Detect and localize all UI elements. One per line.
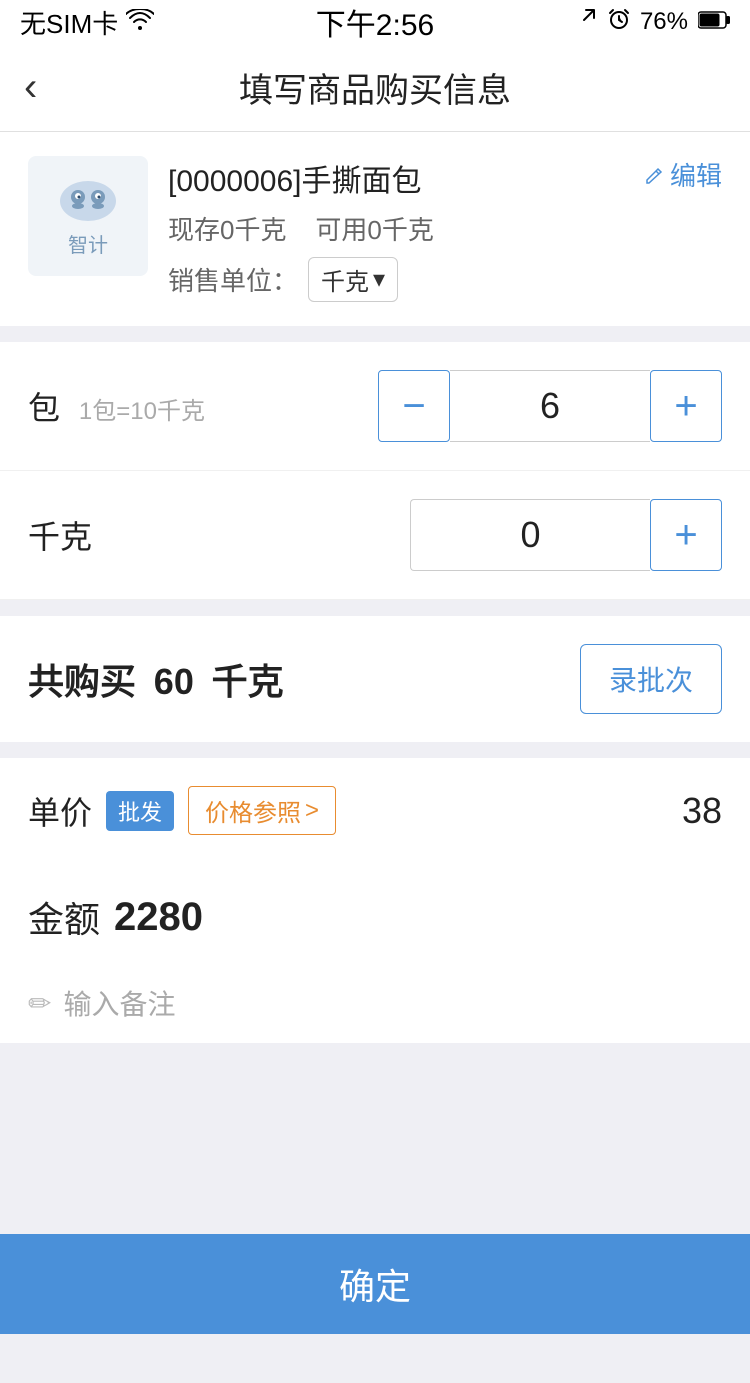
product-card: 智计 [0000006]手撕面包 编辑 现存0千克 可用0千克 销售单位： 千克… — [0, 132, 750, 326]
back-button[interactable]: ‹ — [24, 65, 37, 110]
amount-row: 金额 2280 — [28, 891, 722, 943]
product-name: [0000006]手撕面包 — [168, 156, 644, 200]
status-bar-right: 76% — [580, 8, 730, 37]
product-unit-row: 销售单位： 千克 ▾ — [168, 257, 722, 302]
qty-row-kg: 千克 + — [0, 471, 750, 600]
product-stock: 现存0千克 可用0千克 — [168, 210, 722, 247]
unit-select[interactable]: 千克 ▾ — [308, 257, 398, 302]
logo-text: 智计 — [68, 229, 108, 258]
carrier-label: 无SIM卡 — [20, 4, 118, 41]
confirm-button[interactable]: 确定 — [339, 1258, 411, 1310]
price-value: 38 — [336, 790, 722, 832]
batch-button[interactable]: 录批次 — [580, 644, 722, 714]
status-bar-time: 下午2:56 — [316, 0, 434, 44]
increment-kg-button[interactable]: + — [650, 499, 722, 571]
price-ref-button[interactable]: 价格参照 > — [188, 786, 336, 835]
section-divider-1 — [0, 742, 750, 758]
quantity-section: 包 1包=10千克 − + 千克 + — [0, 342, 750, 600]
confirm-bar[interactable]: 确定 — [0, 1234, 750, 1334]
total-value: 60 — [154, 661, 194, 702]
edit-label: 编辑 — [670, 156, 722, 193]
total-text: 共购买 60 千克 — [28, 653, 284, 705]
qty-controls-kg: + — [410, 499, 722, 571]
increment-bao-button[interactable]: + — [650, 370, 722, 442]
price-tag: 批发 — [106, 791, 174, 831]
status-bar: 无SIM卡 下午2:56 76% — [0, 0, 750, 44]
amount-value: 2280 — [114, 895, 203, 940]
alarm-icon — [608, 8, 630, 37]
price-label: 单价 — [28, 788, 92, 834]
product-info: [0000006]手撕面包 编辑 现存0千克 可用0千克 销售单位： 千克 ▾ — [168, 156, 722, 302]
page-title: 填写商品购买信息 — [239, 63, 511, 112]
remark-placeholder: 输入备注 — [63, 983, 175, 1023]
qty-label-bao: 包 1包=10千克 — [28, 383, 378, 429]
battery-icon — [698, 8, 730, 36]
wifi-icon — [126, 7, 154, 38]
edit-button[interactable]: 编辑 — [644, 156, 722, 193]
chevron-right-icon: > — [305, 797, 319, 825]
qty-label-kg: 千克 — [28, 512, 410, 558]
qty-controls-bao: − + — [378, 370, 722, 442]
qty-input-bao[interactable] — [450, 370, 650, 442]
product-image: 智计 — [28, 156, 148, 276]
pencil-icon: ✏ — [28, 987, 51, 1020]
amount-section: 金额 2280 ✏ 输入备注 — [0, 863, 750, 1043]
product-header: [0000006]手撕面包 编辑 — [168, 156, 722, 200]
decrement-bao-button[interactable]: − — [378, 370, 450, 442]
price-section: 单价 批发 价格参照 > 38 — [0, 758, 750, 863]
total-row: 共购买 60 千克 录批次 — [0, 616, 750, 742]
qty-input-kg[interactable] — [410, 499, 650, 571]
price-row: 单价 批发 价格参照 > 38 — [0, 758, 750, 863]
remark-row[interactable]: ✏ 输入备注 — [28, 963, 722, 1043]
battery-label: 76% — [640, 8, 688, 36]
qty-row-bao: 包 1包=10千克 − + — [0, 342, 750, 471]
location-icon — [580, 8, 598, 37]
chevron-down-icon: ▾ — [373, 265, 385, 294]
nav-bar: ‹ 填写商品购买信息 — [0, 44, 750, 132]
status-bar-left: 无SIM卡 — [20, 4, 154, 41]
